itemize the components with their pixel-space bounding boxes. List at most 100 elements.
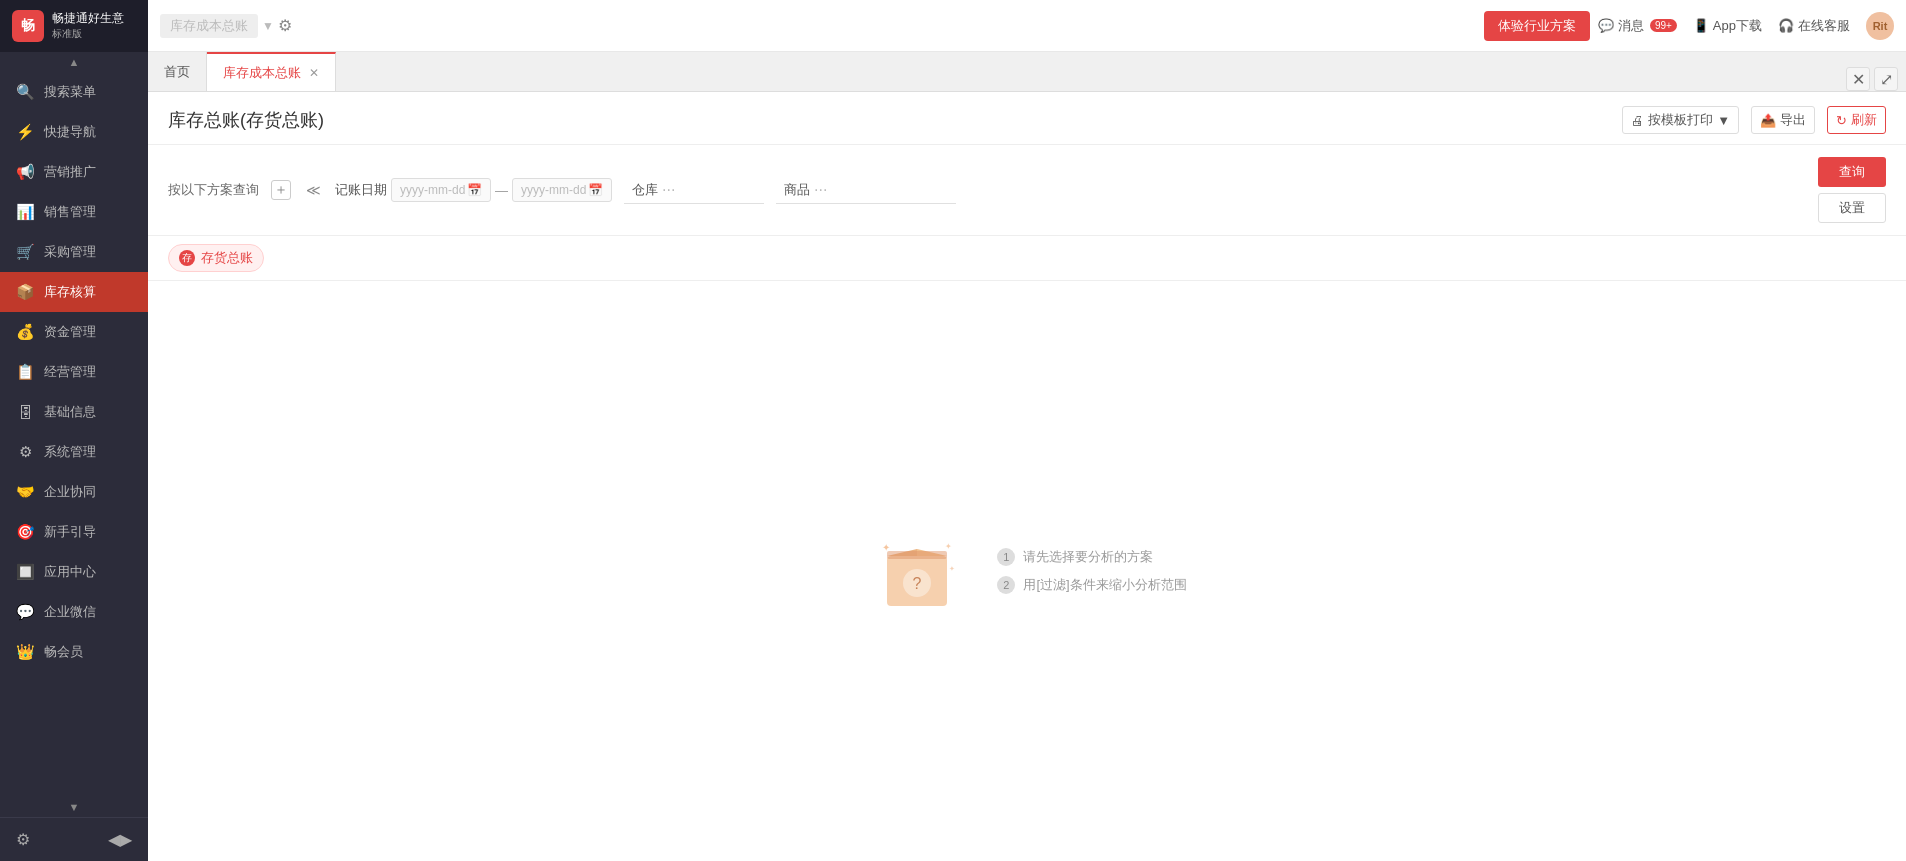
- basic-icon: 🗄: [16, 403, 34, 421]
- sidebar-item-label: 采购管理: [44, 243, 96, 261]
- panel-ctrl-btns: ✕ ⤢: [1838, 67, 1906, 91]
- message-icon: 💬: [1598, 18, 1614, 33]
- refresh-label: 刷新: [1851, 111, 1877, 129]
- empty-tip-1: 1 请先选择要分析的方案: [997, 548, 1186, 566]
- support-label: 在线客服: [1798, 17, 1850, 35]
- avatar[interactable]: Rit: [1866, 12, 1894, 40]
- shortcut-icon: ⚡: [16, 123, 34, 141]
- filter-buttons: 查询 设置: [1818, 157, 1886, 223]
- query-btn[interactable]: 查询: [1818, 157, 1886, 187]
- sidebar-item-marketing[interactable]: 📢 营销推广: [0, 152, 148, 192]
- tab-inventory-label: 库存成本总账: [223, 64, 301, 82]
- sidebar-item-member[interactable]: 👑 畅会员: [0, 632, 148, 672]
- sidebar-item-shortcut[interactable]: ⚡ 快捷导航: [0, 112, 148, 152]
- sidebar-item-label: 企业微信: [44, 603, 96, 621]
- industry-btn[interactable]: 体验行业方案: [1484, 11, 1590, 41]
- sidebar-item-label: 新手引导: [44, 523, 96, 541]
- print-dropdown-icon: ▼: [1717, 113, 1730, 128]
- settings-gear-icon[interactable]: ⚙: [278, 16, 292, 35]
- sidebar-item-label: 系统管理: [44, 443, 96, 461]
- marketing-icon: 📢: [16, 163, 34, 181]
- date-to-input[interactable]: yyyy-mm-dd 📅: [512, 178, 612, 202]
- app-download-label: App下载: [1713, 17, 1762, 35]
- sidebar-item-business[interactable]: 📋 经营管理: [0, 352, 148, 392]
- sidebar-item-label: 经营管理: [44, 363, 96, 381]
- scheme-item[interactable]: 存 存货总账: [168, 244, 264, 272]
- sidebar-item-label: 快捷导航: [44, 123, 96, 141]
- tab-home[interactable]: 首页: [148, 52, 207, 91]
- sidebar-item-label: 应用中心: [44, 563, 96, 581]
- date-input-group: 记账日期 yyyy-mm-dd 📅 — yyyy-mm-dd 📅: [335, 178, 612, 202]
- settings-btn[interactable]: 设置: [1818, 193, 1886, 223]
- svg-text:?: ?: [913, 575, 922, 592]
- tip-num-1: 1: [997, 548, 1015, 566]
- sidebar-scroll-down[interactable]: ▼: [0, 797, 148, 817]
- tip-text-1: 请先选择要分析的方案: [1023, 548, 1153, 566]
- filter-scheme-label: 按以下方案查询: [168, 181, 259, 199]
- topbar: 库存成本总账 ▼ ⚙ 体验行业方案 💬 消息 99+ 📱 App下载 🎧 在线客…: [148, 0, 1906, 52]
- sidebar-item-guide[interactable]: 🎯 新手引导: [0, 512, 148, 552]
- filter-collapse-btn[interactable]: ≪: [303, 180, 323, 200]
- sidebar-item-cooperation[interactable]: 🤝 企业协同: [0, 472, 148, 512]
- scheme-icon-char: 存: [182, 251, 192, 265]
- business-icon: 📋: [16, 363, 34, 381]
- product-field[interactable]: 商品 ···: [776, 177, 956, 204]
- warehouse-label: 仓库: [632, 181, 658, 199]
- sidebar-item-search[interactable]: 🔍 搜索菜单: [0, 72, 148, 112]
- panel-expand-btn[interactable]: ⤢: [1874, 67, 1898, 91]
- cooperation-icon: 🤝: [16, 483, 34, 501]
- empty-tip-2: 2 用[过滤]条件来缩小分析范围: [997, 576, 1186, 594]
- warehouse-more-icon[interactable]: ···: [662, 181, 675, 199]
- sidebar-footer: ⚙ ◀▶: [0, 817, 148, 861]
- sidebar-item-label: 搜索菜单: [44, 83, 96, 101]
- logo-brand: 畅捷通好生意: [52, 11, 124, 27]
- empty-tips: 1 请先选择要分析的方案 2 用[过滤]条件来缩小分析范围: [997, 548, 1186, 594]
- app-icon: 📱: [1693, 18, 1709, 33]
- sales-icon: 📊: [16, 203, 34, 221]
- sidebar-item-system[interactable]: ⚙ 系统管理: [0, 432, 148, 472]
- filter-add-btn[interactable]: ＋: [271, 180, 291, 200]
- sidebar-nav: 🔍 搜索菜单 ⚡ 快捷导航 📢 营销推广 📊 销售管理 🛒 采购管理 📦 库存核…: [0, 72, 148, 797]
- wechat-icon: 💬: [16, 603, 34, 621]
- footer-settings-icon[interactable]: ⚙: [16, 830, 30, 849]
- sidebar-item-label: 营销推广: [44, 163, 96, 181]
- svg-text:✦: ✦: [949, 565, 955, 572]
- svg-rect-3: [887, 551, 947, 559]
- filter-area: 按以下方案查询 ＋ ≪ 记账日期 yyyy-mm-dd 📅 — yyyy-mm-…: [148, 145, 1906, 236]
- date-from-input[interactable]: yyyy-mm-dd 📅: [391, 178, 491, 202]
- sidebar-item-inventory[interactable]: 📦 库存核算: [0, 272, 148, 312]
- sidebar-item-apps[interactable]: 🔲 应用中心: [0, 552, 148, 592]
- footer-toggle-icon[interactable]: ◀▶: [108, 830, 132, 849]
- sidebar-item-label: 基础信息: [44, 403, 96, 421]
- product-label: 商品: [784, 181, 810, 199]
- online-support-btn[interactable]: 🎧 在线客服: [1778, 17, 1850, 35]
- warehouse-field[interactable]: 仓库 ···: [624, 177, 764, 204]
- sidebar-item-purchase[interactable]: 🛒 采购管理: [0, 232, 148, 272]
- print-btn[interactable]: 🖨 按模板打印 ▼: [1622, 106, 1739, 134]
- product-more-icon[interactable]: ···: [814, 181, 827, 199]
- message-label: 消息: [1618, 17, 1644, 35]
- breadcrumb-chevron-icon: ▼: [262, 19, 274, 33]
- tab-inventory-ledger[interactable]: 库存成本总账 ✕: [207, 52, 336, 91]
- panel-close-btn[interactable]: ✕: [1846, 67, 1870, 91]
- sidebar-item-wechat[interactable]: 💬 企业微信: [0, 592, 148, 632]
- tab-home-label: 首页: [164, 63, 190, 81]
- tab-close-icon[interactable]: ✕: [309, 66, 319, 80]
- sidebar: 畅 畅捷通好生意 标准版 ▲ 🔍 搜索菜单 ⚡ 快捷导航 📢 营销推广 📊 销售…: [0, 0, 148, 861]
- sidebar-item-sales[interactable]: 📊 销售管理: [0, 192, 148, 232]
- refresh-btn[interactable]: ↻ 刷新: [1827, 106, 1886, 134]
- sidebar-item-finance[interactable]: 💰 资金管理: [0, 312, 148, 352]
- sidebar-scroll-up[interactable]: ▲: [0, 52, 148, 72]
- search-icon: 🔍: [16, 83, 34, 101]
- breadcrumb-text: 库存成本总账: [160, 14, 258, 38]
- inventory-icon: 📦: [16, 283, 34, 301]
- finance-icon: 💰: [16, 323, 34, 341]
- sidebar-item-label: 企业协同: [44, 483, 96, 501]
- export-btn[interactable]: 📤 导出: [1751, 106, 1815, 134]
- message-btn[interactable]: 💬 消息 99+: [1598, 17, 1677, 35]
- date-separator: —: [495, 183, 508, 198]
- guide-icon: 🎯: [16, 523, 34, 541]
- sidebar-logo: 畅 畅捷通好生意 标准版: [0, 0, 148, 52]
- app-download-btn[interactable]: 📱 App下载: [1693, 17, 1762, 35]
- sidebar-item-basic[interactable]: 🗄 基础信息: [0, 392, 148, 432]
